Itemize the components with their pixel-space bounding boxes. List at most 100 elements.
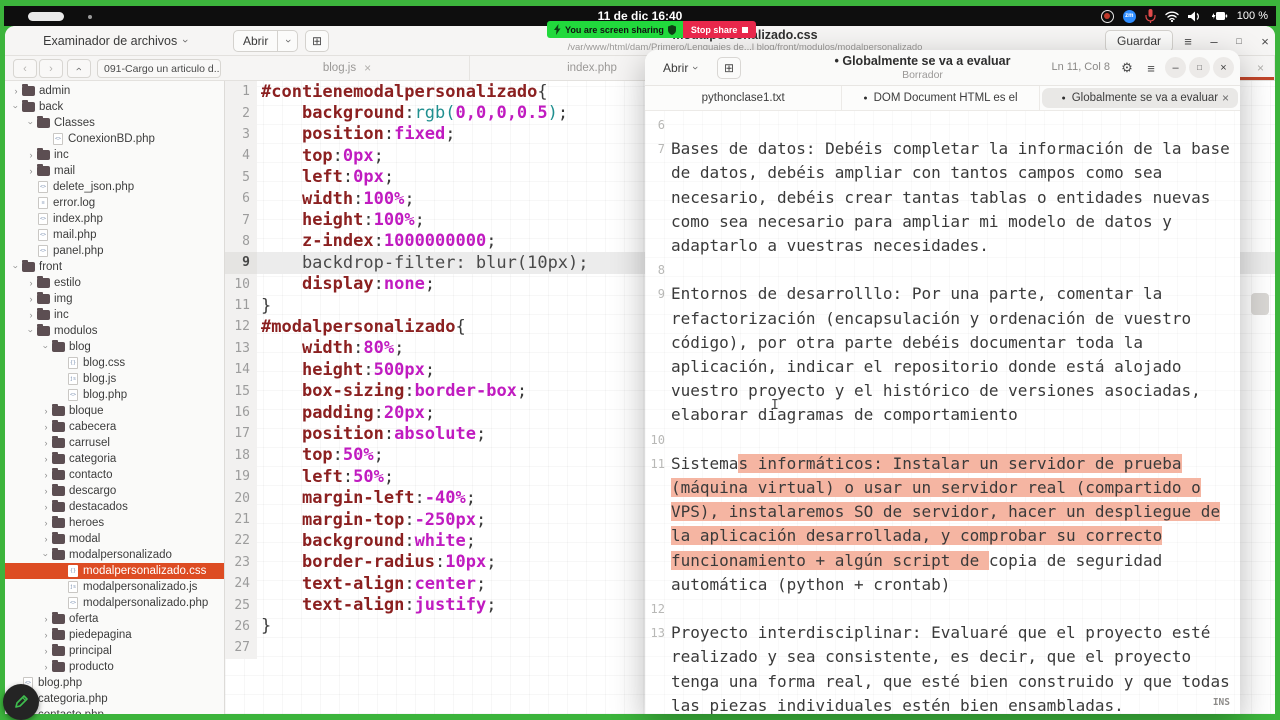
chevron-collapsed-icon[interactable]: › [26,166,36,176]
tree-item-blog.js[interactable]: js blog.js [5,371,224,387]
tree-item-modalpersonalizado.js[interactable]: js modalpersonalizado.js [5,579,224,595]
tree-item-blog[interactable]: › blog [5,339,224,355]
maximize-button[interactable]: □ [1189,57,1210,78]
tree-item-mail[interactable]: › mail [5,163,224,179]
tree-item-estilo[interactable]: › estilo [5,275,224,291]
document-tab-3[interactable]: ● Globalmente se va a evaluar × [1041,88,1238,108]
tree-item-admin[interactable]: › admin [5,83,224,99]
maximize-button[interactable]: □ [1228,30,1250,52]
chevron-collapsed-icon[interactable]: › [41,534,51,544]
chevron-collapsed-icon[interactable]: › [41,614,51,624]
stop-share-button[interactable]: Stop share [682,21,757,38]
menu-icon[interactable]: ≡ [1177,30,1199,52]
chevron-expanded-icon[interactable]: › [41,550,51,560]
chevron-expanded-icon[interactable]: › [26,118,36,128]
chevron-expanded-icon[interactable]: › [11,262,21,272]
chevron-collapsed-icon[interactable]: › [41,470,51,480]
chevron-collapsed-icon[interactable]: › [41,662,51,672]
tree-item-index.php[interactable]: <> index.php [5,211,224,227]
tree-item-blog.css[interactable]: {} blog.css [5,355,224,371]
tree-item-ConexionBD.php[interactable]: <> ConexionBD.php [5,131,224,147]
tree-item-piedepagina[interactable]: › piedepagina [5,627,224,643]
tree-item-destacados[interactable]: › destacados [5,499,224,515]
save-button[interactable]: Guardar [1105,30,1174,52]
volume-icon[interactable] [1187,11,1201,22]
tree-item-modalpersonalizado.css[interactable]: {} modalpersonalizado.css [5,563,224,579]
chevron-collapsed-icon[interactable]: › [41,646,51,656]
open-button-label[interactable]: Abrir [234,31,277,51]
tree-item-modulos[interactable]: › modulos [5,323,224,339]
chevron-collapsed-icon[interactable]: › [41,502,51,512]
tree-item-oferta[interactable]: › oferta [5,611,224,627]
text-editing-area[interactable]: 6 7 Bases de datos: Debéis completar la in… [645,111,1240,714]
chevron-collapsed-icon[interactable]: › [41,630,51,640]
obs-icon[interactable] [1100,9,1114,23]
tree-item-contacto[interactable]: › contacto [5,467,224,483]
tree-item-blog.php[interactable]: <> blog.php [5,675,224,691]
minimize-button[interactable]: – [1203,30,1225,52]
tree-item-blog.php[interactable]: <> blog.php [5,387,224,403]
tab-close-icon[interactable]: × [1257,61,1264,75]
battery-icon[interactable] [1210,11,1228,21]
nav-back-button[interactable]: ‹ [13,59,37,78]
tree-item-front[interactable]: › front [5,259,224,275]
tree-item-panel.php[interactable]: <> panel.php [5,243,224,259]
document-tab-1[interactable]: pythonclase1.txt [645,86,843,110]
new-tab-button[interactable]: ⊞ [305,30,329,52]
zoom-app-icon[interactable]: zm [1122,9,1136,23]
editor-tab-1[interactable]: blog.js × [225,56,470,80]
close-button[interactable]: × [1254,30,1275,52]
open-split-button[interactable]: Abrir › [233,30,299,52]
open-dropdown-arrow[interactable]: › [277,31,297,51]
tree-item-inc[interactable]: › inc [5,307,224,323]
chevron-collapsed-icon[interactable]: › [41,454,51,464]
new-document-button[interactable]: ⊞ [717,57,741,79]
tree-item-producto[interactable]: › producto [5,659,224,675]
chevron-collapsed-icon[interactable]: › [41,518,51,528]
wifi-icon[interactable] [1165,11,1179,22]
chevron-collapsed-icon[interactable]: › [41,438,51,448]
location-dropdown[interactable]: 091-Cargo un articulo d... › [97,59,221,78]
tree-item-modalpersonalizado.php[interactable]: <> modalpersonalizado.php [5,595,224,611]
settings-gear-icon[interactable]: ⚙ [1116,57,1138,79]
tree-item-Classes[interactable]: › Classes [5,115,224,131]
tree-item-modalpersonalizado[interactable]: › modalpersonalizado [5,547,224,563]
nav-forward-button[interactable]: › [39,59,63,78]
file-tree[interactable]: › admin › back › Classes <> ConexionBD.php › inc ›… [5,81,224,714]
chevron-expanded-icon[interactable]: › [11,102,21,112]
minimize-button[interactable]: – [1165,57,1186,78]
tree-item-bloque[interactable]: › bloque [5,403,224,419]
scrollbar-thumb[interactable] [1251,293,1269,315]
tree-item-heroes[interactable]: › heroes [5,515,224,531]
tree-item-carrusel[interactable]: › carrusel [5,435,224,451]
chevron-collapsed-icon[interactable]: › [11,86,21,96]
tree-item-error.log[interactable]: ≡ error.log [5,195,224,211]
close-button[interactable]: × [1213,57,1234,78]
chevron-collapsed-icon[interactable]: › [26,278,36,288]
file-tree-panel[interactable]: › admin › back › Classes <> ConexionBD.php › inc ›… [5,81,225,714]
tree-item-delete_json.php[interactable]: <> delete_json.php [5,179,224,195]
tree-item-descargo[interactable]: › descargo [5,483,224,499]
document-tab-2[interactable]: ● DOM Document HTML es el [842,86,1040,110]
tree-item-inc[interactable]: › inc [5,147,224,163]
tree-item-cabecera[interactable]: › cabecera [5,419,224,435]
file-browser-panel-selector[interactable]: Examinador de archivos › [5,26,225,56]
tab-close-icon[interactable]: × [364,61,371,75]
tree-item-img[interactable]: › img [5,291,224,307]
annotation-pencil-button[interactable] [3,684,39,720]
open-button[interactable]: Abrir › [655,57,705,79]
chevron-collapsed-icon[interactable]: › [26,310,36,320]
chevron-expanded-icon[interactable]: › [26,326,36,336]
tree-item-categoria[interactable]: › categoria [5,451,224,467]
system-tray[interactable]: zm 100 % [1100,6,1268,26]
chevron-collapsed-icon[interactable]: › [26,294,36,304]
nav-up-button[interactable]: › [67,59,91,78]
tree-item-mail.php[interactable]: <> mail.php [5,227,224,243]
chevron-collapsed-icon[interactable]: › [41,422,51,432]
chevron-collapsed-icon[interactable]: › [26,150,36,160]
chevron-collapsed-icon[interactable]: › [41,406,51,416]
microphone-icon[interactable] [1145,9,1156,23]
chevron-expanded-icon[interactable]: › [41,342,51,352]
tree-item-back[interactable]: › back [5,99,224,115]
chevron-collapsed-icon[interactable]: › [41,486,51,496]
